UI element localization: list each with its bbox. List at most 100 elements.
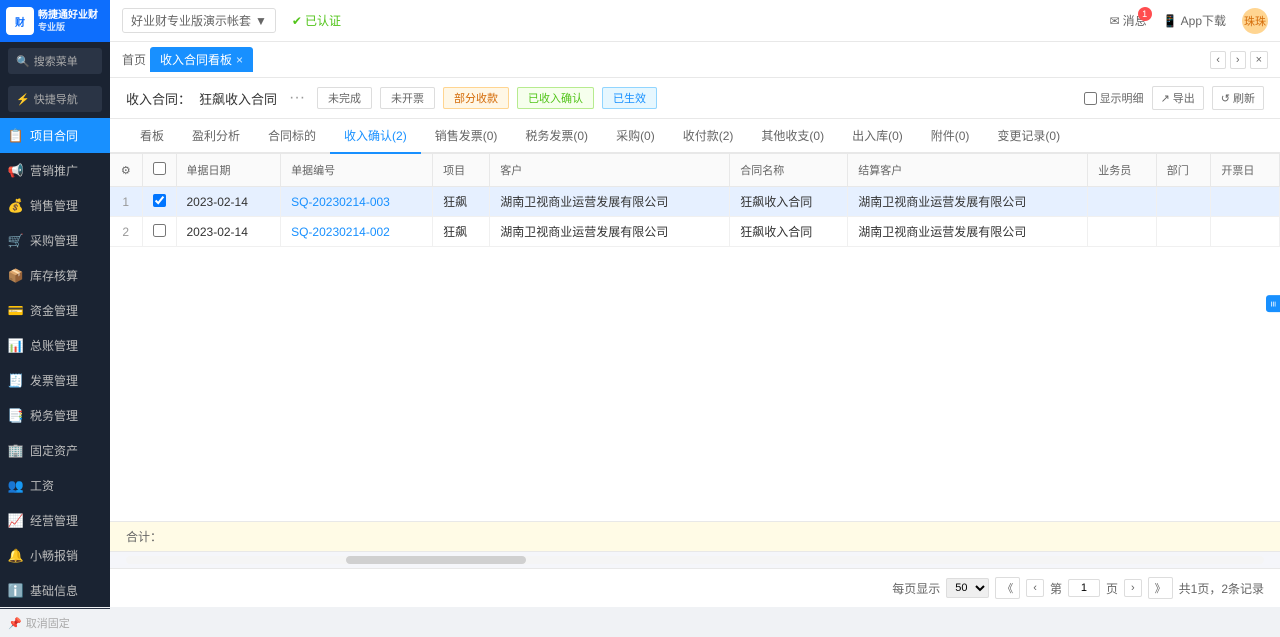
record-link[interactable]: SQ-20230214-002 [291,225,390,239]
open-date-col-header[interactable]: 开票日 [1211,154,1280,187]
row-num: 2 [110,217,142,247]
sidebar-item-project[interactable]: 📋 项目合同 [0,118,110,153]
user-avatar[interactable]: 珠珠 [1242,8,1268,34]
sidebar-item-report[interactable]: 🔔 小畅报销 [0,538,110,573]
tab-sales-invoice[interactable]: 销售发票(0) [421,119,512,154]
sidebar-item-sales[interactable]: 💰 销售管理 [0,188,110,223]
prev-page-button[interactable]: ‹ [1026,579,1044,597]
sidebar-quick-area: ⚡ 快捷导航 [0,80,110,118]
row-checkbox[interactable] [153,194,166,207]
sidebar-item-tax[interactable]: 📑 税务管理 [0,398,110,433]
tab-changes[interactable]: 变更记录(0) [983,119,1074,154]
status-incomplete[interactable]: 未完成 [317,87,372,109]
row-num: 1 [110,187,142,217]
sidebar-item-hr[interactable]: 👥 工资 [0,468,110,503]
show-detail-check[interactable] [1084,92,1097,105]
tab-attachments[interactable]: 附件(0) [917,119,984,154]
settings-icon[interactable]: ⚙ [121,165,131,177]
per-page-select[interactable]: 50 [946,578,989,598]
select-all-checkbox[interactable] [153,162,166,175]
unpin-button[interactable]: 📌 取消固定 [0,608,110,637]
row-checkbox-cell[interactable] [142,217,176,247]
row-customer: 湖南卫视商业运营发展有限公司 [490,217,730,247]
row-checkbox[interactable] [153,224,166,237]
first-page-button[interactable]: 《 [995,577,1020,599]
status-partial[interactable]: 部分收款 [443,87,509,109]
row-project: 狂飙 [433,187,490,217]
sidebar-item-inventory[interactable]: 📦 库存核算 [0,258,110,293]
company-select[interactable]: 好业财专业版演示帐套 ▼ [122,8,276,33]
page-label: 第 [1050,580,1062,597]
base-icon: ℹ️ [8,583,24,599]
more-button[interactable]: ··· [285,90,309,106]
date-col-header[interactable]: 单据日期 [176,154,281,187]
sidebar-item-general[interactable]: 📊 总账管理 [0,328,110,363]
record-link[interactable]: SQ-20230214-003 [291,195,390,209]
messages-button[interactable]: ✉ 消息 1 [1110,12,1147,29]
sidebar-item-purchase[interactable]: 🛒 采购管理 [0,223,110,258]
contract-title: 狂飙收入合同 [199,89,277,108]
tab-close-all-button[interactable]: × [1250,51,1268,69]
tab-payment[interactable]: 收付款(2) [669,119,748,154]
dropdown-icon: ▼ [255,14,267,28]
app-download-button[interactable]: 📱 App下载 [1163,12,1226,29]
logo-text: 畅捷通好业财 专业版 [38,9,98,34]
tab-prev-button[interactable]: ‹ [1210,51,1226,69]
search-icon: 🔍 [16,55,30,68]
home-tab[interactable]: 首页 [122,51,146,68]
right-panel-toggle[interactable]: ≡ [1266,295,1280,313]
row-open-date [1211,187,1280,217]
show-detail-checkbox[interactable]: 显示明细 [1084,90,1144,106]
tab-tax-invoice[interactable]: 税务发票(0) [511,119,602,154]
department-col-header[interactable]: 部门 [1156,154,1211,187]
status-confirmed[interactable]: 已收入确认 [517,87,594,109]
sidebar-item-invoice[interactable]: 🧾 发票管理 [0,363,110,398]
number-col-header[interactable]: 单据编号 [281,154,433,187]
horizontal-scrollbar[interactable] [126,556,1264,564]
status-effective[interactable]: 已生效 [602,87,657,109]
tab-next-button[interactable]: › [1230,51,1246,69]
tab-other-income[interactable]: 其他收支(0) [747,119,838,154]
check-col-header[interactable] [142,154,176,187]
sidebar-item-ops[interactable]: 📈 经营管理 [0,503,110,538]
quick-nav-button[interactable]: ⚡ 快捷导航 [8,86,102,112]
row-final-customer: 湖南卫视商业运营发展有限公司 [848,187,1088,217]
final-customer-col-header[interactable]: 结算客户 [848,154,1088,187]
row-number[interactable]: SQ-20230214-002 [281,217,433,247]
settings-col-header[interactable]: ⚙ [110,154,142,187]
tab-profit[interactable]: 盈利分析 [178,119,254,154]
status-uninvoiced[interactable]: 未开票 [380,87,435,109]
row-department [1156,217,1211,247]
tab-contract-standard[interactable]: 合同标的 [254,119,330,154]
active-tab[interactable]: 收入合同看板 × [150,47,253,72]
sidebar-item-marketing[interactable]: 📢 营销推广 [0,153,110,188]
row-checkbox-cell[interactable] [142,187,176,217]
logo-icon: 财 [6,7,34,35]
tab-income-confirm[interactable]: 收入确认(2) [330,119,421,154]
next-page-button[interactable]: › [1124,579,1142,597]
row-number[interactable]: SQ-20230214-003 [281,187,433,217]
tab-purchase[interactable]: 采购(0) [602,119,669,154]
last-page-button[interactable]: 》 [1148,577,1173,599]
tab-close-button[interactable]: × [236,53,243,67]
general-icon: 📊 [8,338,24,354]
tab-board[interactable]: 看板 [126,119,178,154]
scrollbar-thumb[interactable] [346,556,526,564]
table-row[interactable]: 2 2023-02-14 SQ-20230214-002 狂飙 湖南卫视商业运营… [110,217,1280,247]
table-row[interactable]: 1 2023-02-14 SQ-20230214-003 狂飙 湖南卫视商业运营… [110,187,1280,217]
row-date: 2023-02-14 [176,217,281,247]
search-menu-button[interactable]: 🔍 搜索菜单 [8,48,102,74]
topbar: 好业财专业版演示帐套 ▼ ✔ 已认证 ✉ 消息 1 📱 App下载 珠珠 [110,0,1280,42]
salesperson-col-header[interactable]: 业务员 [1088,154,1157,187]
sidebar-item-fixed[interactable]: 🏢 固定资产 [0,433,110,468]
contract-name-col-header[interactable]: 合同名称 [730,154,848,187]
current-page-input[interactable] [1068,579,1100,597]
sidebar-item-funds[interactable]: 💳 资金管理 [0,293,110,328]
row-salesperson [1088,187,1157,217]
project-col-header[interactable]: 项目 [433,154,490,187]
customer-col-header[interactable]: 客户 [490,154,730,187]
refresh-button[interactable]: ↺ 刷新 [1212,86,1264,110]
export-button[interactable]: ↗ 导出 [1152,86,1204,110]
tab-warehouse[interactable]: 出入库(0) [838,119,917,154]
sidebar-item-base[interactable]: ℹ️ 基础信息 [0,573,110,608]
